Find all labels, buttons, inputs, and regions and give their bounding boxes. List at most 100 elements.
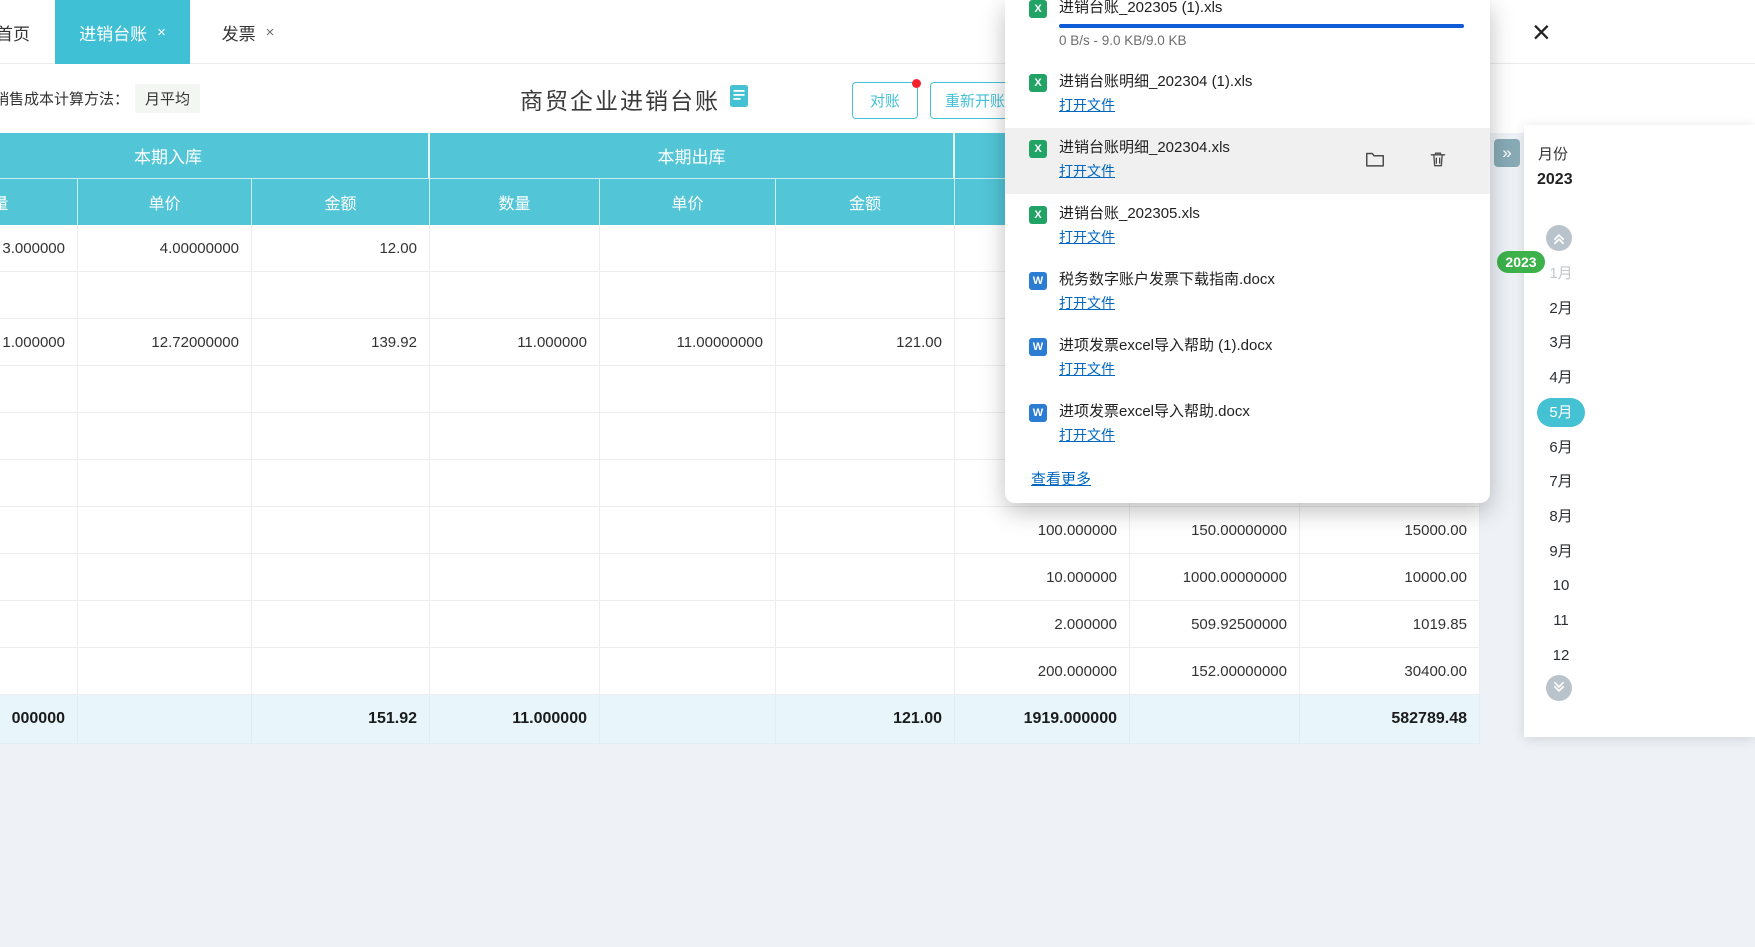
tab-invoice-close-icon[interactable]: × (266, 25, 275, 40)
tab-ledger-close-icon[interactable]: × (157, 25, 166, 40)
reopen-button-label: 重新开账 (944, 93, 1005, 110)
month-item-2[interactable]: 2月 (1537, 294, 1585, 323)
document-icon[interactable] (729, 84, 749, 113)
month-panel: 月份 2023 1月 2月 3月 4月 5月 6月 7月 8月 9月 10 11 12 (1524, 125, 1755, 737)
table-row[interactable]: 200.000000 152.00000000 30400.00 (0, 648, 1480, 695)
table-cell: 1000.00000000 (1130, 554, 1300, 601)
tab-invoice[interactable]: 发票 × (196, 0, 300, 64)
table-cell (776, 601, 955, 648)
download-item[interactable]: X 进销台账_202305 (1).xls 0 B/s - 9.0 KB/9.0 K… (1005, 0, 1490, 62)
download-item-body: 进销台账_202305 (1).xls 0 B/s - 9.0 KB/9.0 KB (1059, 0, 1464, 50)
download-item[interactable]: W 进项发票excel导入帮助.docx 打开文件 (1005, 392, 1490, 458)
scroll-down-icon[interactable] (1546, 675, 1572, 701)
table-cell (252, 460, 430, 507)
total-cell (78, 695, 252, 744)
total-cell: 000000 (0, 695, 78, 744)
month-item-10[interactable]: 10 (1537, 571, 1585, 600)
table-cell (0, 460, 78, 507)
month-item-8[interactable]: 8月 (1537, 502, 1585, 531)
year-label: 2023 (1537, 171, 1573, 188)
column-header-5: 单价 (600, 178, 776, 225)
table-cell: 121.00 (776, 319, 955, 366)
table-cell (78, 366, 252, 413)
tab-home[interactable]: 首页 (0, 0, 40, 64)
download-item[interactable]: X 进销台账_202305.xls 打开文件 (1005, 194, 1490, 260)
column-header-2: 单价 (78, 178, 252, 225)
tab-invoice-label: 发票 (221, 24, 256, 44)
table-row[interactable]: 100.000000 150.00000000 15000.00 (0, 507, 1480, 554)
table-cell (776, 366, 955, 413)
cost-method-label: 销售成本计算方法： (0, 91, 130, 108)
table-cell (78, 413, 252, 460)
download-item[interactable]: X 进销台账明细_202304 (1).xls 打开文件 (1005, 62, 1490, 128)
table-cell: 12.72000000 (78, 319, 252, 366)
table-cell: 30400.00 (1300, 648, 1480, 695)
column-header-1: 数量 (0, 178, 78, 225)
table-row[interactable]: 2.000000 509.92500000 1019.85 (0, 601, 1480, 648)
table-cell: 12.00 (252, 225, 430, 272)
open-file-link[interactable]: 打开文件 (1059, 226, 1115, 248)
open-file-link[interactable]: 打开文件 (1059, 292, 1115, 314)
table-cell (252, 554, 430, 601)
download-file-name: 进项发票excel导入帮助.docx (1059, 403, 1250, 420)
open-file-link[interactable]: 打开文件 (1059, 424, 1115, 446)
open-file-link[interactable]: 打开文件 (1059, 94, 1115, 116)
table-cell (0, 366, 78, 413)
table-cell (252, 507, 430, 554)
table-cell (252, 648, 430, 695)
delete-download-icon[interactable] (1428, 148, 1448, 175)
month-item-12[interactable]: 12 (1537, 641, 1585, 670)
total-cell (1130, 695, 1300, 744)
table-cell (430, 460, 600, 507)
table-cell (430, 601, 600, 648)
download-item-body: 进项发票excel导入帮助.docx 打开文件 (1059, 402, 1464, 446)
download-item[interactable]: W 进项发票excel导入帮助 (1).docx 打开文件 (1005, 326, 1490, 392)
group-header-inbound: 本期入库 (0, 133, 430, 178)
download-item[interactable]: X 进销台账明细_202304.xls 打开文件 (1005, 128, 1490, 194)
tab-bar: 首页 进销台账 × 发票 × × (0, 0, 1755, 64)
table-cell (78, 272, 252, 319)
table-cell: 11.00000000 (600, 319, 776, 366)
show-in-folder-icon[interactable] (1364, 148, 1386, 175)
page-title: 商贸企业进销台账 (520, 64, 749, 133)
table-cell (600, 272, 776, 319)
table-cell: 152.00000000 (1130, 648, 1300, 695)
month-item-6[interactable]: 6月 (1537, 433, 1585, 462)
see-more-link[interactable]: 查看更多 (1031, 468, 1091, 489)
table-cell (0, 554, 78, 601)
month-item-3[interactable]: 3月 (1537, 328, 1585, 357)
month-item-5[interactable]: 5月 (1537, 397, 1585, 427)
open-file-link[interactable]: 打开文件 (1059, 358, 1115, 380)
download-item[interactable]: W 税务数字账户发票下载指南.docx 打开文件 (1005, 260, 1490, 326)
month-item-11[interactable]: 11 (1537, 606, 1585, 635)
table-cell: 2.000000 (955, 601, 1130, 648)
table-cell: 11.000000 (430, 319, 600, 366)
table-row[interactable]: 10.000000 1000.00000000 10000.00 (0, 554, 1480, 601)
total-cell: 1919.000000 (955, 695, 1130, 744)
month-item-9[interactable]: 9月 (1537, 537, 1585, 566)
table-cell: 509.92500000 (1130, 601, 1300, 648)
reconcile-button-label: 对账 (869, 93, 900, 110)
table-cell: 1.000000 (0, 319, 78, 366)
month-item-4[interactable]: 4月 (1537, 363, 1585, 392)
tab-ledger[interactable]: 进销台账 × (55, 0, 190, 64)
download-file-name: 进项发票excel导入帮助 (1).docx (1059, 337, 1273, 354)
word-file-icon: W (1029, 272, 1047, 290)
total-cell: 11.000000 (430, 695, 600, 744)
table-cell: 200.000000 (955, 648, 1130, 695)
panel-close-icon[interactable]: × (1532, 10, 1551, 54)
scroll-up-icon[interactable] (1546, 225, 1572, 251)
open-file-link[interactable]: 打开文件 (1059, 160, 1115, 182)
download-file-name: 进销台账_202305.xls (1059, 205, 1200, 222)
download-file-name: 进销台账_202305 (1).xls (1059, 0, 1223, 16)
total-cell (600, 695, 776, 744)
table-cell (600, 225, 776, 272)
table-cell (430, 554, 600, 601)
reconcile-button[interactable]: 对账 (852, 79, 921, 119)
collapse-panel-button[interactable]: » (1494, 139, 1520, 167)
month-item-7[interactable]: 7月 (1537, 467, 1585, 496)
cost-method-value[interactable]: 月平均 (135, 84, 201, 113)
table-cell (776, 554, 955, 601)
group-header-outbound: 本期出库 (430, 133, 955, 178)
table-cell: 100.000000 (955, 507, 1130, 554)
